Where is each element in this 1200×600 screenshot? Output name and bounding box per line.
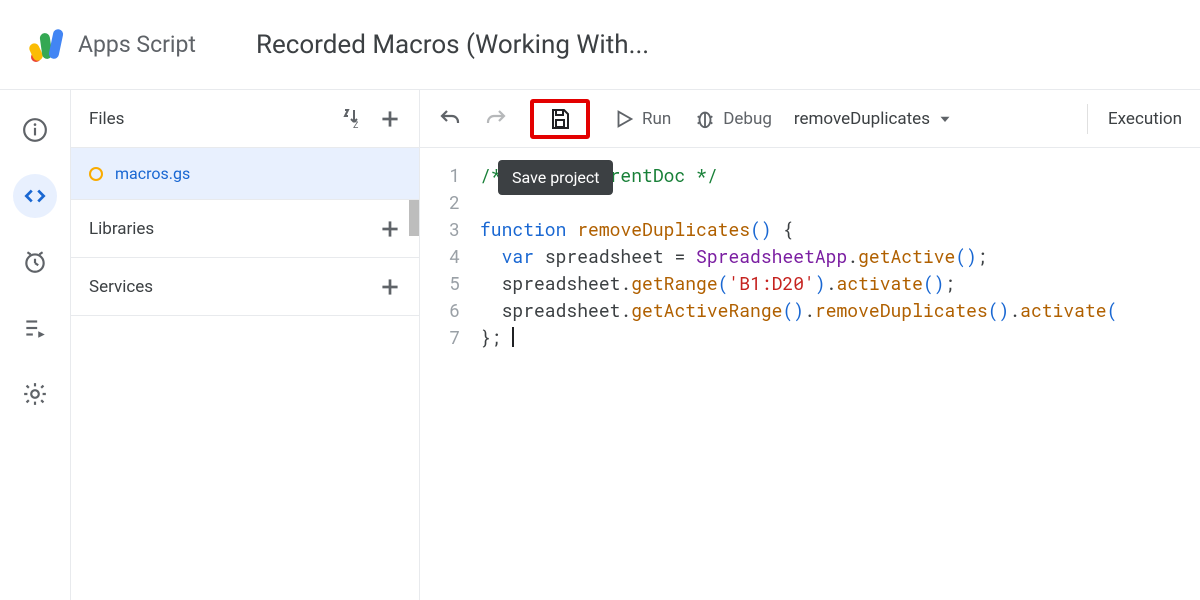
debug-button[interactable]: Debug [693,107,772,131]
app-name: Apps Script [78,31,196,58]
rail-triggers[interactable] [13,240,57,284]
clock-icon [22,249,48,275]
save-button[interactable] [548,107,572,131]
add-service-icon[interactable] [377,274,403,300]
executions-icon [22,315,48,341]
nav-rail [0,90,70,600]
chevron-down-icon [936,110,954,128]
files-header: Files Z [71,90,419,148]
app-header: Apps Script Recorded Macros (Working Wit… [0,0,1200,90]
app-logo[interactable]: Apps Script [28,25,196,65]
line-gutter: 1234567 [420,148,470,600]
libraries-label: Libraries [89,219,154,239]
services-row[interactable]: Services [71,258,419,316]
run-button[interactable]: Run [612,107,671,131]
toolbar-divider [1087,104,1088,134]
file-item-macros[interactable]: macros.gs [71,148,419,200]
run-label: Run [642,109,671,129]
execution-log-button[interactable]: Execution [1108,109,1182,129]
undo-icon [438,107,462,131]
add-file-icon[interactable] [377,106,403,132]
files-sidebar: Files Z macros.gs Libraries [70,90,420,600]
editor-toolbar: Run Debug removeDuplicates Execution [420,90,1200,148]
rail-executions[interactable] [13,306,57,350]
save-button-highlight [530,99,590,139]
apps-script-logo-icon [28,25,68,65]
function-name: removeDuplicates [794,109,930,129]
project-title[interactable]: Recorded Macros (Working With... [256,30,649,60]
play-icon [612,107,636,131]
unsaved-indicator-icon [89,167,103,181]
debug-label: Debug [723,109,772,129]
rail-settings[interactable] [13,372,57,416]
info-icon [22,117,48,143]
save-tooltip: Save project [498,160,613,195]
undo-button[interactable] [438,107,462,131]
code-editor[interactable]: 1234567 /** @OnlyCurrentDoc */ function … [420,148,1200,600]
svg-text:Z: Z [353,121,359,130]
sort-icon[interactable]: Z [339,106,363,132]
gear-icon [22,381,48,407]
code-icon [22,183,48,209]
files-label: Files [89,109,124,129]
redo-icon [484,107,508,131]
services-label: Services [89,277,153,297]
save-icon [548,107,572,131]
libraries-row[interactable]: Libraries [71,200,419,258]
scrollbar-thumb[interactable] [409,200,419,236]
code-area[interactable]: /** @OnlyCurrentDoc */ function removeDu… [470,148,1117,600]
redo-button[interactable] [484,107,508,131]
rail-editor[interactable] [13,174,57,218]
function-selector[interactable]: removeDuplicates [794,109,954,129]
file-name: macros.gs [115,164,190,183]
debug-icon [693,107,717,131]
rail-overview[interactable] [13,108,57,152]
add-library-icon[interactable] [377,216,403,242]
